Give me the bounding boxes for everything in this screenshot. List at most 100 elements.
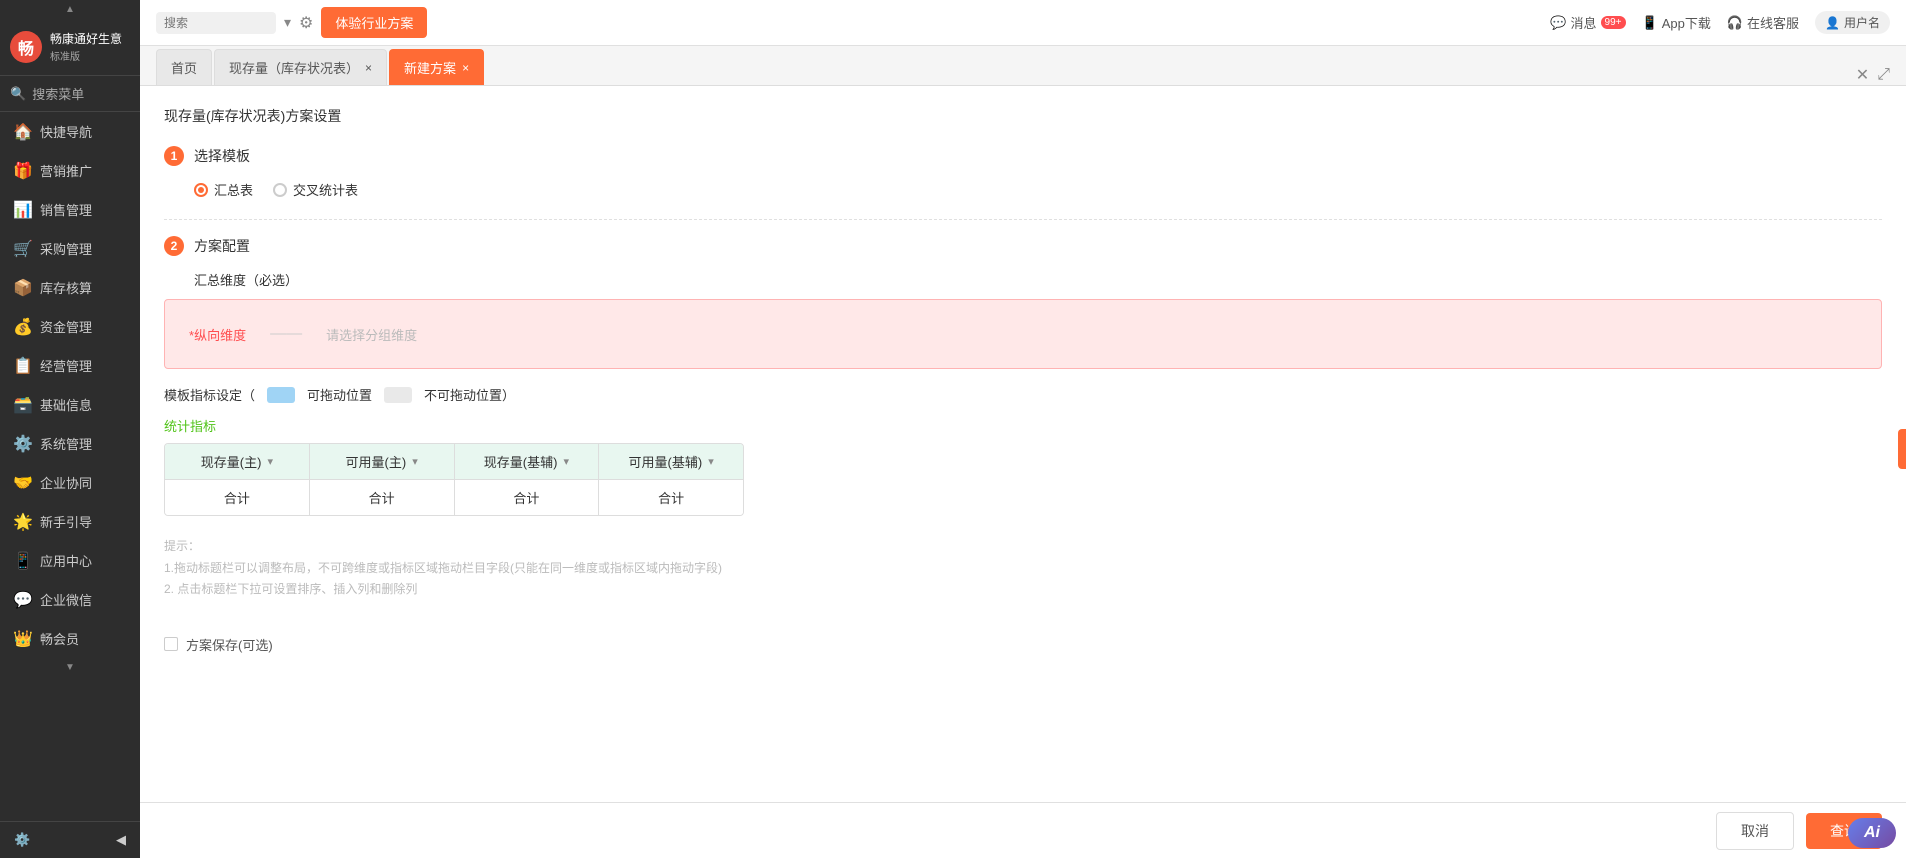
metrics-config-row: 模板指标设定（ 可拖动位置 不可拖动位置） — [164, 385, 1882, 404]
stats-col-available-main-dropdown[interactable]: ▾ — [412, 455, 418, 468]
sidebar-item-label: 企业协同 — [40, 473, 92, 492]
sidebar-item-enterprise-wechat[interactable]: 💬 企业微信 — [0, 580, 140, 619]
tabbar-close-icon[interactable]: ✕ — [1856, 65, 1869, 85]
sidebar-scroll-up[interactable]: ▲ — [0, 0, 140, 19]
sidebar-item-quick-nav[interactable]: 🏠 快捷导航 — [0, 112, 140, 151]
tab-inventory-close-icon[interactable]: × — [365, 61, 372, 75]
save-checkbox[interactable] — [164, 637, 178, 651]
tabbar-expand-icon[interactable]: ⤢ — [1877, 66, 1890, 84]
tab-home[interactable]: 首页 — [156, 49, 212, 85]
sidebar-item-label: 基础信息 — [40, 395, 92, 414]
topbar-online-service[interactable]: 🎧 在线客服 — [1727, 13, 1799, 32]
app-logo-icon: 畅 — [10, 31, 42, 63]
stats-cell-available-main: 合计 — [310, 480, 455, 515]
sidebar-collapse-icon[interactable]: ◀ — [116, 832, 126, 848]
topbar-user-label: 用户名 — [1844, 14, 1880, 31]
app-edition: 标准版 — [50, 48, 122, 63]
stats-data-row: 合计 合计 合计 合计 — [165, 479, 743, 515]
message-icon: 💬 — [1550, 15, 1566, 31]
stats-col-stock-aux-dropdown[interactable]: ▾ — [563, 455, 569, 468]
stats-col-stock-aux-label: 现存量(基辅) — [484, 452, 558, 471]
tab-new-plan-label: 新建方案 — [404, 58, 456, 77]
dimension-field-label: *纵向维度 — [189, 325, 246, 344]
radio-cross-table[interactable]: 交叉统计表 — [273, 180, 358, 199]
right-scroll-handle[interactable] — [1898, 429, 1906, 469]
dimension-label: 汇总维度（必选） — [194, 270, 1882, 289]
topbar-right: 💬 消息 99+ 📱 App下载 🎧 在线客服 👤 用户名 — [1550, 11, 1890, 34]
tab-new-plan[interactable]: 新建方案 × — [389, 49, 484, 85]
stats-table-title: 统计指标 — [164, 416, 1882, 435]
sidebar-item-purchase[interactable]: 🛒 采购管理 — [0, 229, 140, 268]
stats-col-available-aux: 可用量(基辅) ▾ — [599, 444, 743, 479]
stats-col-stock-main: 现存量(主) ▾ — [165, 444, 310, 479]
quick-nav-icon: 🏠 — [14, 123, 32, 141]
cancel-button[interactable]: 取消 — [1716, 812, 1794, 850]
radio-summary-label: 汇总表 — [214, 180, 253, 199]
topbar-app-download[interactable]: 📱 App下载 — [1642, 13, 1711, 32]
sidebar-item-inventory[interactable]: 📦 库存核算 — [0, 268, 140, 307]
sidebar-item-label: 库存核算 — [40, 278, 92, 297]
sidebar-item-member[interactable]: 👑 畅会员 — [0, 619, 140, 658]
sidebar-item-basic-info[interactable]: 🗃️ 基础信息 — [0, 385, 140, 424]
sidebar-item-enterprise[interactable]: 🤝 企业协同 — [0, 463, 140, 502]
page-footer: 取消 查询 — [140, 802, 1906, 858]
service-icon: 🎧 — [1727, 15, 1743, 31]
trial-btn[interactable]: 体验行业方案 — [321, 7, 427, 38]
radio-summary-table[interactable]: 汇总表 — [194, 180, 253, 199]
section2-title: 方案配置 — [194, 236, 250, 256]
system-icon: ⚙️ — [14, 435, 32, 453]
sidebar-scroll-down[interactable]: ▼ — [0, 658, 140, 677]
stats-col-available-aux-dropdown[interactable]: ▾ — [708, 455, 714, 468]
sidebar-item-sales[interactable]: 📊 销售管理 — [0, 190, 140, 229]
marketing-icon: 🎁 — [14, 162, 32, 180]
tab-inventory-status[interactable]: 现存量（库存状况表） × — [214, 49, 387, 85]
stats-col-stock-main-dropdown[interactable]: ▾ — [267, 455, 273, 468]
topbar-dropdown-icon[interactable]: ▾ — [284, 14, 291, 31]
tabbar-right: ✕ ⤢ — [1856, 65, 1890, 85]
sidebar-footer: ⚙️ ◀ — [0, 821, 140, 858]
drag-label: 可拖动位置 — [307, 385, 372, 404]
sidebar-item-newbie[interactable]: 🌟 新手引导 — [0, 502, 140, 541]
sidebar-search[interactable]: 🔍 搜索菜单 — [0, 76, 140, 112]
topbar: ▾ ⚙ 体验行业方案 💬 消息 99+ 📱 App下载 🎧 在线客服 👤 用户名 — [140, 0, 1906, 46]
stats-cell-stock-aux: 合计 — [455, 480, 600, 515]
sidebar: ▲ 畅 畅康通好生意 标准版 🔍 搜索菜单 🏠 快捷导航 🎁 营销推广 📊 销售… — [0, 0, 140, 858]
stats-table: 现存量(主) ▾ 可用量(主) ▾ 现存量(基辅) ▾ 可用量(基辅) ▾ — [164, 443, 744, 516]
topbar-gear-icon[interactable]: ⚙ — [299, 13, 313, 33]
section1-title: 选择模板 — [194, 146, 250, 166]
sidebar-item-operations[interactable]: 📋 经营管理 — [0, 346, 140, 385]
page-content: 现存量(库存状况表)方案设置 1 选择模板 汇总表 交叉统计表 — [140, 86, 1906, 802]
drag-indicator — [267, 387, 295, 403]
stats-cell-stock-main: 合计 — [165, 480, 310, 515]
tab-new-plan-close-icon[interactable]: × — [462, 61, 469, 75]
topbar-msg-label: 消息 — [1571, 13, 1597, 32]
no-drag-label: 不可拖动位置） — [424, 385, 515, 404]
sidebar-logo: 畅 畅康通好生意 标准版 — [0, 19, 140, 76]
radio-cross-label: 交叉统计表 — [293, 180, 358, 199]
topbar-message[interactable]: 💬 消息 99+ — [1550, 13, 1625, 32]
sidebar-item-system[interactable]: ⚙️ 系统管理 — [0, 424, 140, 463]
topbar-app-label: App下载 — [1662, 13, 1711, 32]
sidebar-search-label: 搜索菜单 — [32, 84, 84, 103]
topbar-msg-badge: 99+ — [1601, 16, 1626, 29]
radio-summary-inner — [198, 187, 204, 193]
stats-col-stock-aux: 现存量(基辅) ▾ — [455, 444, 600, 479]
purchase-icon: 🛒 — [14, 240, 32, 258]
sidebar-settings-icon[interactable]: ⚙️ — [14, 832, 30, 848]
ai-badge[interactable]: Ai — [1848, 818, 1896, 848]
sidebar-item-label: 资金管理 — [40, 317, 92, 336]
section2-number: 2 — [164, 236, 184, 256]
sidebar-item-label: 经营管理 — [40, 356, 92, 375]
topbar-user-info[interactable]: 👤 用户名 — [1815, 11, 1890, 34]
sidebar-item-label: 应用中心 — [40, 551, 92, 570]
app-center-icon: 📱 — [14, 552, 32, 570]
sidebar-item-marketing[interactable]: 🎁 营销推广 — [0, 151, 140, 190]
sidebar-item-finance[interactable]: 💰 资金管理 — [0, 307, 140, 346]
dimension-box[interactable]: *纵向维度 —— 请选择分组维度 — [164, 299, 1882, 369]
template-row: 汇总表 交叉统计表 — [194, 180, 1882, 199]
tab-home-label: 首页 — [171, 58, 197, 77]
sidebar-item-app-center[interactable]: 📱 应用中心 — [0, 541, 140, 580]
topbar-left: ▾ ⚙ 体验行业方案 — [156, 7, 1538, 38]
sidebar-item-label: 采购管理 — [40, 239, 92, 258]
topbar-search-input[interactable] — [156, 12, 276, 34]
